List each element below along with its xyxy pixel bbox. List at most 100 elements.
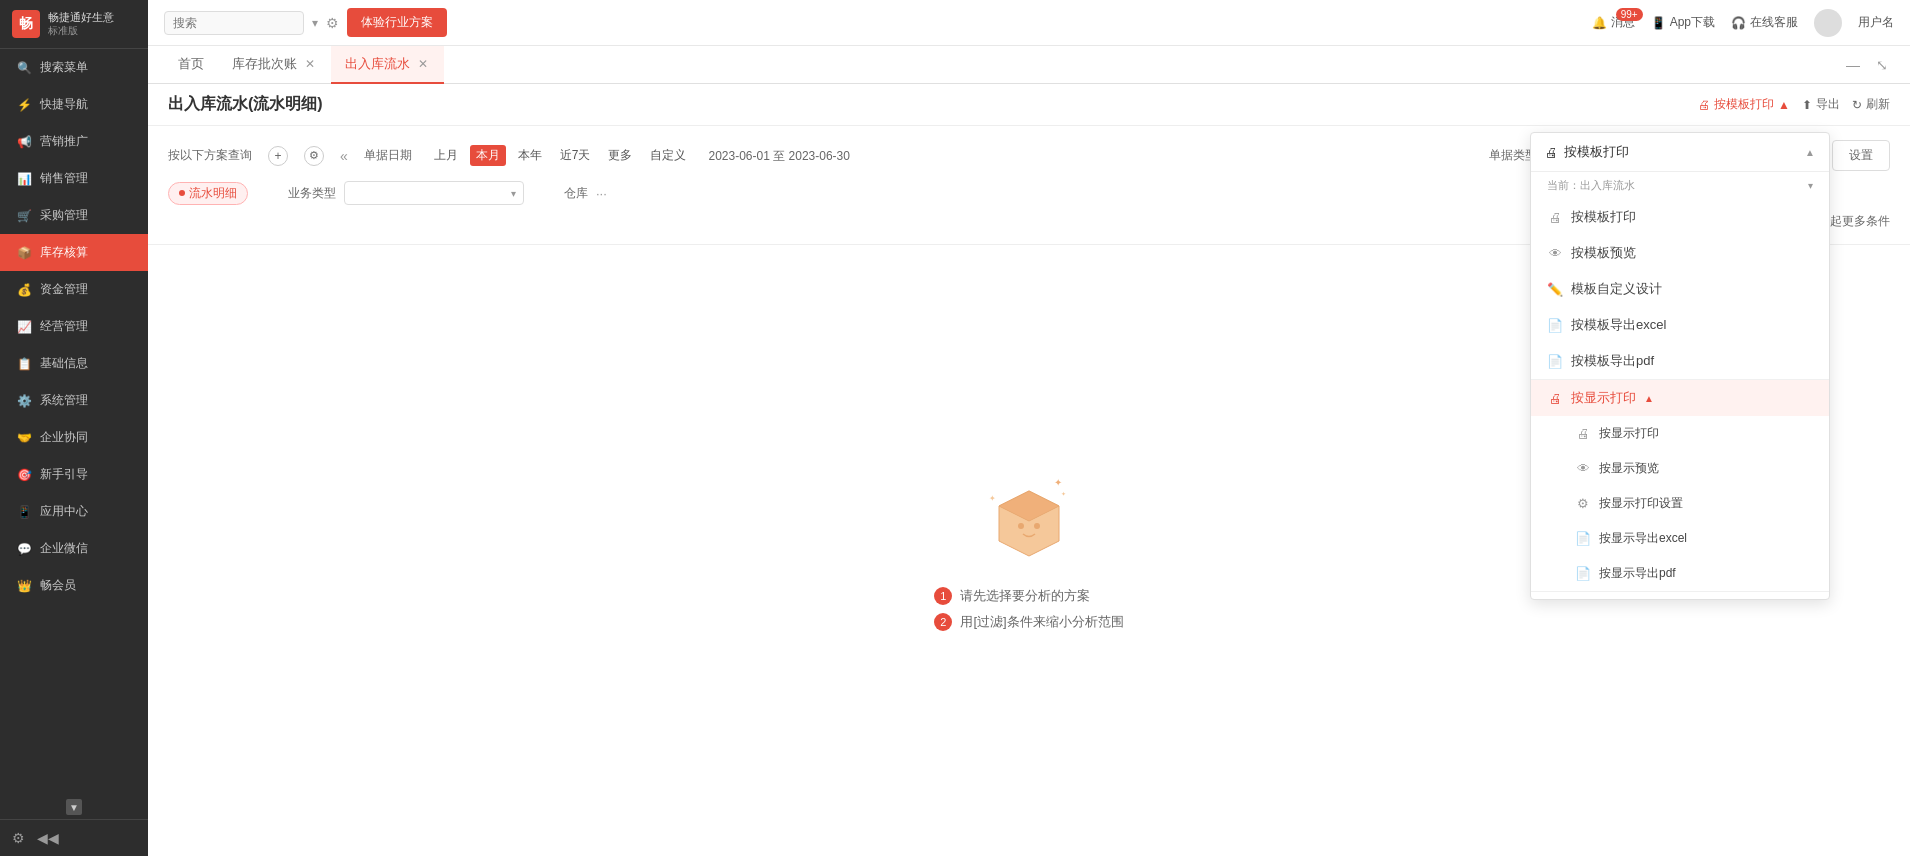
display-section-label: 按显示打印 [1571,389,1636,407]
print-template-label: 按模板打印 [1714,96,1774,113]
finance-icon: 💰 [16,282,32,298]
template-export-excel-label: 按模板导出excel [1571,316,1666,334]
date-custom[interactable]: 自定义 [644,145,692,166]
date-last-month[interactable]: 上月 [428,145,464,166]
sidebar-item-coop[interactable]: 🤝 企业协同 [0,419,148,456]
tab-batch-account-close[interactable]: ✕ [303,57,317,71]
window-minimize-button[interactable]: — [1840,55,1866,75]
date-this-year[interactable]: 本年 [512,145,548,166]
set-default-item[interactable]: ⚙ 设置默认功能 ▾ [1531,592,1829,599]
sidebar-item-quick-nav[interactable]: ⚡ 快捷导航 [0,86,148,123]
sidebar-settings-button[interactable]: ⚙ [12,830,25,846]
export-button[interactable]: ⬆ 导出 [1802,96,1840,113]
date-7days[interactable]: 近7天 [554,145,597,166]
sidebar-item-label: 库存核算 [40,244,88,261]
template-export-excel-icon: 📄 [1547,317,1563,333]
display-preview-label: 按显示预览 [1599,460,1659,477]
current-template-label: 当前：出入库流水 [1547,178,1635,193]
display-export-excel-item[interactable]: 📄 按显示导出excel [1539,521,1829,556]
template-section: 🖨 按模板打印 👁 按模板预览 ✏️ 模板自定义设计 [1531,199,1829,380]
quick-nav-icon: ⚡ [16,97,32,113]
vip-icon: 👑 [16,578,32,594]
step-1-text: 请先选择要分析的方案 [960,587,1090,605]
user-name: 用户名 [1858,14,1894,31]
sidebar-item-system[interactable]: ⚙️ 系统管理 [0,382,148,419]
sidebar-item-apps[interactable]: 📱 应用中心 [0,493,148,530]
template-export-pdf-item[interactable]: 📄 按模板导出pdf [1531,343,1829,379]
warehouse-more[interactable]: ··· [596,186,607,201]
business-type-select[interactable] [344,181,524,205]
template-export-excel-item[interactable]: 📄 按模板导出excel [1531,307,1829,343]
display-preview-item[interactable]: 👁 按显示预览 [1539,451,1829,486]
trial-button[interactable]: 体验行业方案 [347,8,447,37]
template-custom-label: 模板自定义设计 [1571,280,1662,298]
display-section-collapse[interactable]: ▲ [1644,393,1654,404]
template-print-item[interactable]: 🖨 按模板打印 [1531,199,1829,235]
sidebar-nav: 🔍 搜索菜单 ⚡ 快捷导航 📢 营销推广 📊 销售管理 🛒 采购管理 📦 [0,49,148,795]
display-section: 🖨 按显示打印 ▲ 🖨 按显示打印 👁 [1531,380,1829,592]
sales-icon: 📊 [16,171,32,187]
display-export-pdf-label: 按显示导出pdf [1599,565,1676,582]
display-settings-item[interactable]: ⚙ 按显示打印设置 [1539,486,1829,521]
topbar-search-input[interactable] [164,11,304,35]
sidebar-collapse-button[interactable]: ◀◀ [37,830,59,846]
refresh-icon: ↻ [1852,98,1862,112]
customer-service-button[interactable]: 🎧 在线客服 [1731,14,1798,31]
dropdown-header-collapse[interactable]: ▲ [1805,147,1815,158]
template-custom-item[interactable]: ✏️ 模板自定义设计 [1531,271,1829,307]
date-label: 单据日期 [364,147,412,164]
operations-icon: 📈 [16,319,32,335]
sidebar-item-label: 系统管理 [40,392,88,409]
sidebar-item-sales[interactable]: 📊 销售管理 [0,160,148,197]
guide-icon: 🎯 [16,467,32,483]
svg-text:✦: ✦ [1054,477,1062,488]
sidebar-item-inventory[interactable]: 📦 库存核算 [0,234,148,271]
settings-button[interactable]: 设置 [1832,140,1890,171]
sidebar-item-marketing[interactable]: 📢 营销推广 [0,123,148,160]
empty-steps: 1 请先选择要分析的方案 2 用[过滤]条件来缩小分析范围 [934,587,1123,631]
sidebar-item-wechat[interactable]: 💬 企业微信 [0,530,148,567]
filter-collapse-button[interactable]: « [340,148,348,164]
tab-home[interactable]: 首页 [164,46,218,84]
tab-batch-account-label: 库存批次账 [232,55,297,73]
app-download-button[interactable]: 📱 App下载 [1651,14,1715,31]
page-header: 出入库流水(流水明细) 🖨 按模板打印 ▲ ⬆ 导出 ↻ 刷新 [148,84,1910,126]
sidebar-item-guide[interactable]: 🎯 新手引导 [0,456,148,493]
sidebar-item-vip[interactable]: 👑 畅会员 [0,567,148,604]
notifications-badge: 99+ [1616,8,1643,21]
app-name: 畅捷通好生意 [48,10,114,24]
template-export-pdf-label: 按模板导出pdf [1571,352,1654,370]
sidebar-item-finance[interactable]: 💰 资金管理 [0,271,148,308]
filter-settings-button[interactable]: ⚙ [304,146,324,166]
tab-inout-flow[interactable]: 出入库流水 ✕ [331,46,444,84]
display-export-pdf-item[interactable]: 📄 按显示导出pdf [1539,556,1829,591]
inventory-icon: 📦 [16,245,32,261]
user-avatar[interactable] [1814,9,1842,37]
export-icon: ⬆ [1802,98,1812,112]
page-title: 出入库流水(流水明细) [168,94,323,115]
sidebar-item-purchase[interactable]: 🛒 采购管理 [0,197,148,234]
refresh-button[interactable]: ↻ 刷新 [1852,96,1890,113]
filter-add-button[interactable]: + [268,146,288,166]
topbar-gear-button[interactable]: ⚙ [326,15,339,31]
window-expand-button[interactable]: ⤡ [1870,55,1894,75]
date-this-month[interactable]: 本月 [470,145,506,166]
sidebar-scroll-down[interactable]: ▼ [66,799,82,815]
notifications-button[interactable]: 🔔 消息 99+ [1592,14,1635,31]
apps-icon: 📱 [16,504,32,520]
export-label: 导出 [1816,96,1840,113]
date-more[interactable]: 更多 [602,145,638,166]
template-preview-item[interactable]: 👁 按模板预览 [1531,235,1829,271]
main-content: ▾ ⚙ 体验行业方案 🔔 消息 99+ 📱 App下载 🎧 在线客服 [148,0,1910,856]
sidebar-item-search[interactable]: 🔍 搜索菜单 [0,49,148,86]
print-template-button[interactable]: 🖨 按模板打印 ▲ [1698,96,1790,113]
topbar-dropdown-button[interactable]: ▾ [312,16,318,30]
tab-batch-account[interactable]: 库存批次账 ✕ [218,46,331,84]
step-1-number: 1 [934,587,952,605]
display-print-item[interactable]: 🖨 按显示打印 [1539,416,1829,451]
display-section-header-item[interactable]: 🖨 按显示打印 ▲ [1531,380,1829,416]
display-print-main-icon: 🖨 [1547,390,1563,406]
sidebar-item-basic[interactable]: 📋 基础信息 [0,345,148,382]
tab-inout-flow-close[interactable]: ✕ [416,57,430,71]
sidebar-item-operations[interactable]: 📈 经营管理 [0,308,148,345]
